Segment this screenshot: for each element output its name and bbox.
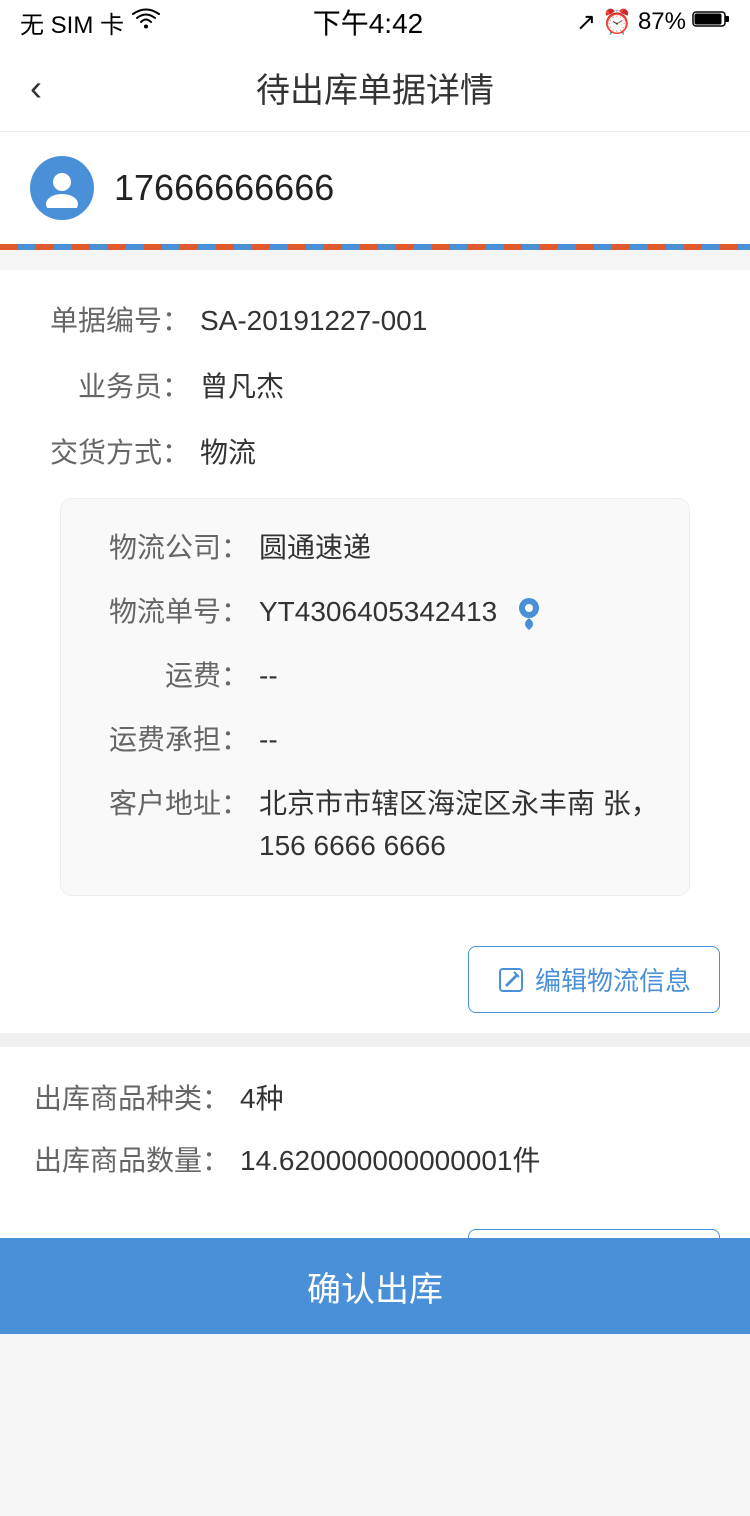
nav-bar: ‹ 待出库单据详情 bbox=[0, 44, 750, 132]
logistics-company-label: 物流公司： bbox=[89, 527, 249, 569]
avatar bbox=[30, 156, 94, 220]
freight-bearer-label: 运费承担： bbox=[89, 719, 249, 761]
map-pin-icon[interactable] bbox=[511, 594, 547, 630]
status-bar: 无 SIM 卡 下午4:42 ↗ ⏰ 87% bbox=[0, 0, 750, 44]
dashed-divider bbox=[0, 244, 750, 250]
alarm-icon: ⏰ bbox=[602, 8, 632, 37]
salesperson-row: 业务员： 曾凡杰 bbox=[30, 366, 720, 408]
document-no-value: SA-20191227-001 bbox=[200, 300, 720, 342]
wifi-icon bbox=[132, 8, 160, 37]
address-label: 客户地址： bbox=[89, 783, 249, 825]
address-row: 客户地址： 北京市市辖区海淀区永丰南 张，156 6666 6666 bbox=[89, 783, 661, 867]
goods-types-value: 4种 bbox=[240, 1077, 284, 1117]
document-no-label: 单据编号： bbox=[30, 300, 190, 342]
salesperson-label: 业务员： bbox=[30, 366, 190, 408]
customer-phone: 17666666666 bbox=[114, 167, 334, 209]
salesperson-value: 曾凡杰 bbox=[200, 366, 720, 408]
section-divider bbox=[0, 1033, 750, 1047]
freight-label: 运费： bbox=[89, 655, 249, 697]
tracking-no-row: 物流单号： YT4306405342413 bbox=[89, 591, 661, 633]
goods-types-label: 出库商品种类： bbox=[30, 1077, 230, 1117]
order-info-section: 单据编号： SA-20191227-001 业务员： 曾凡杰 交货方式： 物流 … bbox=[0, 270, 750, 926]
logistics-card: 物流公司： 圆通速递 物流单号： YT4306405342413 运费： -- bbox=[60, 498, 690, 896]
goods-quantity-row: 出库商品数量： 14.620000000000001件 bbox=[30, 1139, 720, 1179]
logistics-company-row: 物流公司： 圆通速递 bbox=[89, 527, 661, 569]
goods-quantity-value: 14.620000000000001件 bbox=[240, 1139, 541, 1179]
freight-value: -- bbox=[259, 655, 661, 697]
status-bar-right: ↗ ⏰ 87% bbox=[576, 8, 730, 37]
bottom-spacer bbox=[0, 1316, 750, 1516]
delivery-method-value: 物流 bbox=[200, 432, 720, 474]
freight-row: 运费： -- bbox=[89, 655, 661, 697]
freight-bearer-value: -- bbox=[259, 719, 661, 761]
customer-header: 17666666666 bbox=[0, 132, 750, 244]
document-no-row: 单据编号： SA-20191227-001 bbox=[30, 300, 720, 342]
back-button[interactable]: ‹ bbox=[30, 67, 90, 109]
goods-section: 出库商品种类： 4种 出库商品数量： 14.620000000000001件 bbox=[0, 1047, 750, 1209]
confirm-btn-container[interactable]: 确认出库 bbox=[0, 1238, 750, 1334]
goods-types-row: 出库商品种类： 4种 bbox=[30, 1077, 720, 1117]
page-title: 待出库单据详情 bbox=[256, 63, 494, 112]
edit-icon bbox=[497, 966, 525, 994]
carrier-label: 无 SIM 卡 bbox=[20, 5, 124, 40]
goods-quantity-label: 出库商品数量： bbox=[30, 1139, 230, 1179]
battery-label: 87% bbox=[638, 8, 686, 36]
confirm-button-label: 确认出库 bbox=[307, 1262, 443, 1311]
address-value: 北京市市辖区海淀区永丰南 张，156 6666 6666 bbox=[259, 783, 661, 867]
edit-btn-row: 编辑物流信息 bbox=[0, 926, 750, 1033]
delivery-method-row: 交货方式： 物流 bbox=[30, 432, 720, 474]
status-bar-time: 下午4:42 bbox=[313, 2, 424, 42]
battery-icon bbox=[692, 8, 730, 36]
edit-logistics-button[interactable]: 编辑物流信息 bbox=[468, 946, 720, 1013]
tracking-no-value: YT4306405342413 bbox=[259, 591, 661, 633]
logistics-company-value: 圆通速递 bbox=[259, 527, 661, 569]
edit-btn-label: 编辑物流信息 bbox=[535, 961, 691, 998]
freight-bearer-row: 运费承担： -- bbox=[89, 719, 661, 761]
tracking-no-label: 物流单号： bbox=[89, 591, 249, 633]
delivery-method-label: 交货方式： bbox=[30, 432, 190, 474]
location-status-icon: ↗ bbox=[576, 8, 596, 37]
status-bar-left: 无 SIM 卡 bbox=[20, 5, 160, 40]
